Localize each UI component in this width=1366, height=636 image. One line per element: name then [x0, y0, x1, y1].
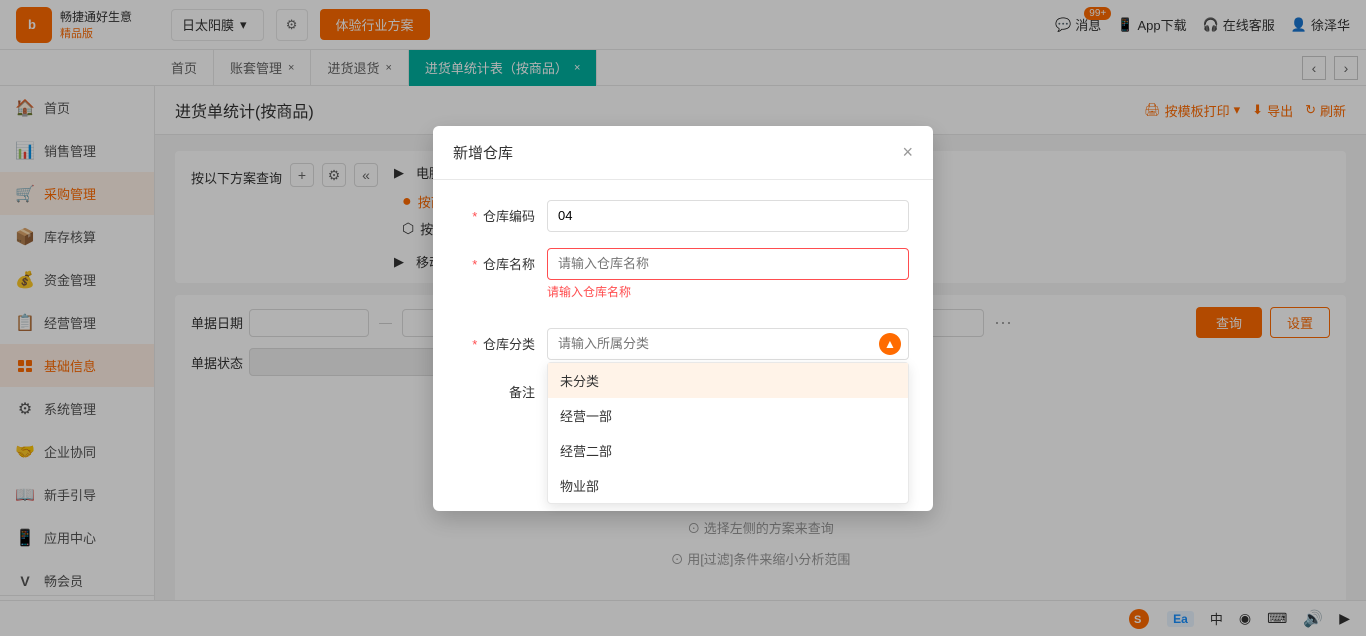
add-warehouse-modal: 新增仓库 × * 仓库编码 * 仓库名称 请输入仓库名称: [433, 126, 933, 511]
name-form-row: * 仓库名称 请输入仓库名称: [457, 248, 909, 300]
category-arrow-icon[interactable]: ▲: [879, 333, 901, 355]
category-dropdown: 未分类 经营一部 经营二部 物业部: [547, 362, 909, 504]
category-select-wrapper: ▲ 未分类 经营一部 经营二部 物业部: [547, 328, 909, 360]
name-error-msg: 请输入仓库名称: [547, 283, 909, 300]
remark-label: 备注: [457, 376, 547, 401]
name-input[interactable]: [547, 248, 909, 280]
category-input[interactable]: [547, 328, 909, 360]
dropdown-item-uncategorized[interactable]: 未分类: [548, 363, 908, 398]
code-form-row: * 仓库编码: [457, 200, 909, 232]
code-label: * 仓库编码: [457, 200, 547, 225]
modal-body: * 仓库编码 * 仓库名称 请输入仓库名称 *: [433, 180, 933, 436]
dropdown-item-dept2[interactable]: 经营二部: [548, 433, 908, 468]
dropdown-item-property[interactable]: 物业部: [548, 468, 908, 503]
modal-overlay: 新增仓库 × * 仓库编码 * 仓库名称 请输入仓库名称: [0, 0, 1366, 636]
name-label: * 仓库名称: [457, 248, 547, 273]
code-input[interactable]: [547, 200, 909, 232]
category-form-row: * 仓库分类 ▲ 未分类 经营一部 经营二部 物业部: [457, 328, 909, 360]
dropdown-item-dept1[interactable]: 经营一部: [548, 398, 908, 433]
category-label: * 仓库分类: [457, 328, 547, 353]
modal-close-button[interactable]: ×: [902, 143, 913, 161]
modal-header: 新增仓库 ×: [433, 126, 933, 180]
modal-title: 新增仓库: [453, 142, 513, 163]
